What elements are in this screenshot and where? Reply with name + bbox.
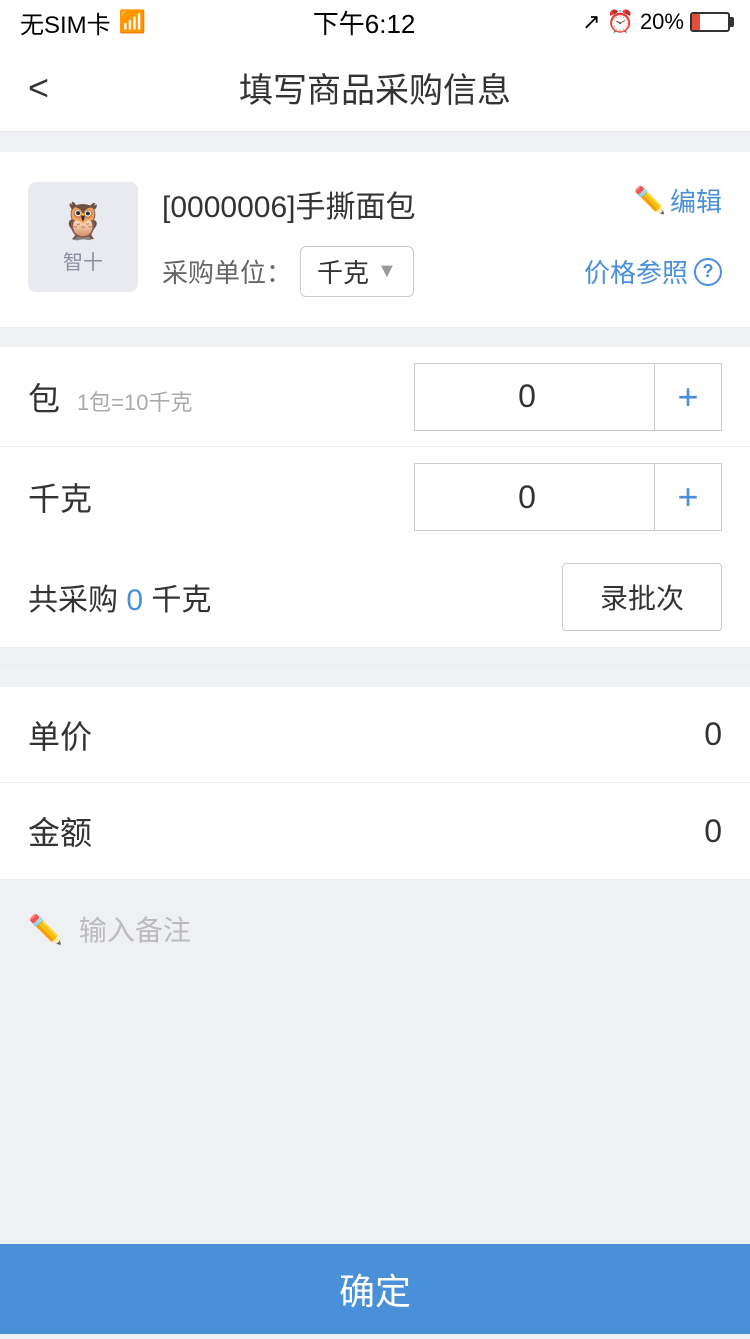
product-thumbnail: 🦉 智十 bbox=[28, 182, 138, 292]
summary-count: 0 bbox=[126, 584, 143, 617]
kg-input-row: 千克 + bbox=[0, 447, 750, 547]
unit-price-value: 0 bbox=[704, 716, 722, 753]
bag-input-row: 包 1包=10千克 + bbox=[0, 347, 750, 447]
amount-row: 金额 0 bbox=[0, 783, 750, 879]
bag-label-wrap: 包 1包=10千克 bbox=[28, 374, 414, 420]
edit-icon: ✏️ bbox=[634, 185, 666, 216]
product-owl-icon: 🦉 bbox=[61, 200, 106, 242]
notes-pencil-icon: ✏️ bbox=[28, 913, 63, 946]
product-info: [0000006]手撕面包 ✏️ 编辑 采购单位： 千克 ▼ 价格参照 ? bbox=[162, 182, 722, 297]
status-bar: 无SIM卡 📶 下午6:12 ↗ ⏰ 20% bbox=[0, 0, 750, 44]
edit-button[interactable]: ✏️ 编辑 bbox=[634, 182, 722, 219]
battery-percent: 20% bbox=[640, 9, 684, 35]
amount-value: 0 bbox=[704, 813, 722, 850]
nav-bar: < 填写商品采购信息 bbox=[0, 44, 750, 132]
alarm-icon: ⏰ bbox=[607, 9, 634, 35]
summary-unit: 千克 bbox=[151, 584, 211, 617]
product-card: 🦉 智十 [0000006]手撕面包 ✏️ 编辑 采购单位： 千克 ▼ 价格参照… bbox=[0, 152, 750, 327]
carrier-label: 无SIM卡 bbox=[20, 5, 111, 40]
price-ref-button[interactable]: 价格参照 ? bbox=[584, 253, 722, 290]
batch-button[interactable]: 录批次 bbox=[562, 563, 722, 631]
kg-label: 千克 bbox=[28, 474, 414, 520]
back-button[interactable]: < bbox=[28, 67, 49, 109]
amount-label: 金额 bbox=[28, 808, 92, 854]
time-label: 下午6:12 bbox=[313, 4, 416, 41]
confirm-button[interactable]: 确定 bbox=[0, 1244, 750, 1334]
bag-input-wrap: + bbox=[414, 363, 722, 431]
product-thumb-text: 智十 bbox=[63, 246, 103, 275]
summary-prefix: 共采购 bbox=[28, 584, 118, 617]
bag-number-input[interactable] bbox=[414, 363, 654, 431]
status-right: ↗ ⏰ 20% bbox=[582, 9, 730, 35]
battery-fill bbox=[692, 14, 700, 30]
input-section: 包 1包=10千克 + 千克 + bbox=[0, 347, 750, 547]
product-unit-row: 采购单位： 千克 ▼ 价格参照 ? bbox=[162, 246, 722, 297]
summary-section: 共采购 0 千克 录批次 bbox=[0, 547, 750, 647]
unit-value: 千克 bbox=[317, 253, 369, 290]
location-icon: ↗ bbox=[582, 9, 600, 35]
unit-select-wrap: 采购单位： 千克 ▼ bbox=[162, 246, 414, 297]
product-header: [0000006]手撕面包 ✏️ 编辑 bbox=[162, 182, 722, 226]
wifi-icon: 📶 bbox=[119, 9, 146, 35]
page-title: 填写商品采购信息 bbox=[239, 63, 511, 112]
status-left: 无SIM卡 📶 bbox=[20, 5, 146, 40]
kg-number-input[interactable] bbox=[414, 463, 654, 531]
bag-sublabel: 1包=10千克 bbox=[77, 390, 193, 415]
price-ref-help-icon: ? bbox=[694, 258, 722, 286]
notes-section[interactable]: ✏️ 输入备注 bbox=[0, 879, 750, 979]
unit-price-label: 单价 bbox=[28, 712, 92, 758]
unit-label: 采购单位： bbox=[162, 253, 292, 290]
top-divider bbox=[0, 132, 750, 152]
bag-label: 包 bbox=[28, 381, 60, 417]
price-ref-label: 价格参照 bbox=[584, 253, 688, 290]
price-divider bbox=[0, 647, 750, 667]
battery-icon bbox=[690, 12, 730, 32]
unit-price-row: 单价 0 bbox=[0, 687, 750, 783]
notes-input[interactable]: 输入备注 bbox=[79, 909, 191, 949]
kg-input-wrap: + bbox=[414, 463, 722, 531]
mid-divider bbox=[0, 327, 750, 347]
kg-plus-button[interactable]: + bbox=[654, 463, 722, 531]
edit-label: 编辑 bbox=[670, 182, 722, 219]
summary-text: 共采购 0 千克 bbox=[28, 575, 211, 619]
unit-select[interactable]: 千克 ▼ bbox=[300, 246, 414, 297]
product-name: [0000006]手撕面包 bbox=[162, 182, 618, 226]
bag-plus-button[interactable]: + bbox=[654, 363, 722, 431]
price-section: 单价 0 金额 0 bbox=[0, 687, 750, 879]
unit-dropdown-arrow: ▼ bbox=[377, 260, 397, 283]
